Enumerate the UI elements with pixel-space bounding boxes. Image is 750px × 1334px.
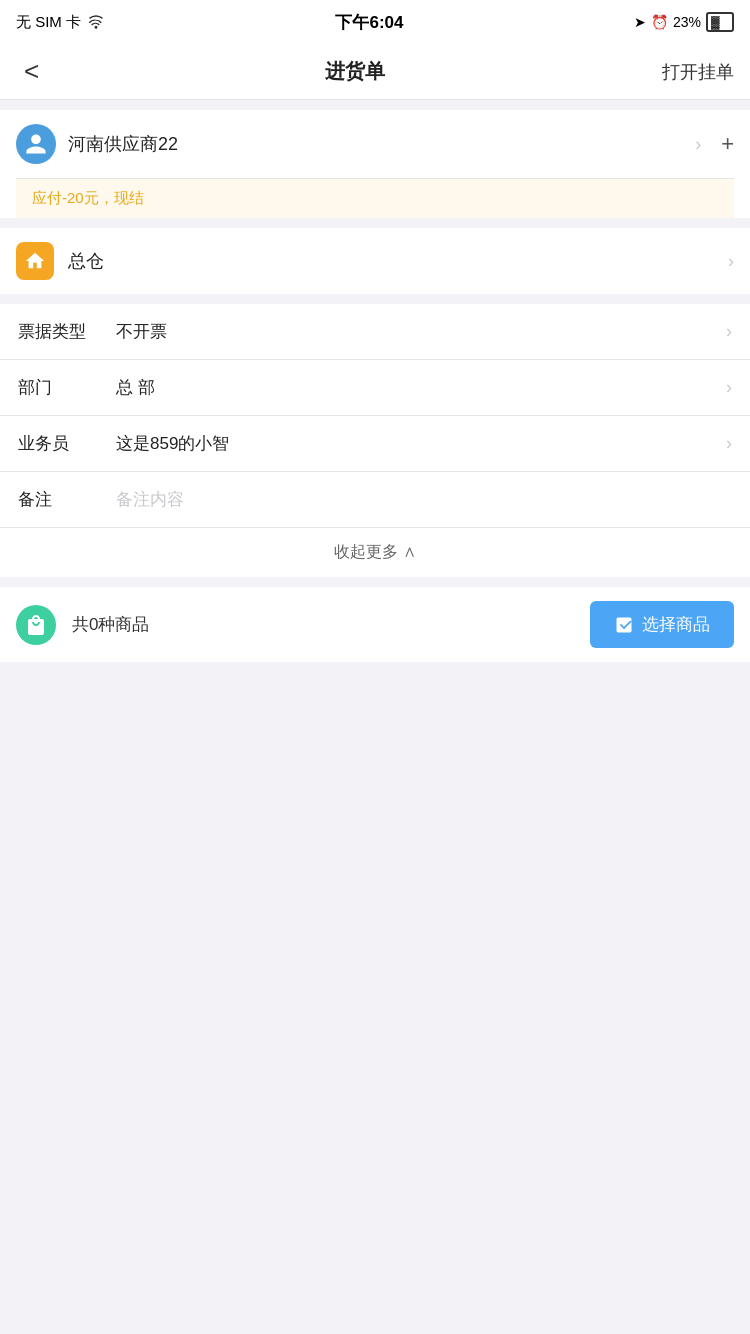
page-background xyxy=(0,662,750,962)
battery-percentage: 23% xyxy=(673,14,701,30)
open-pending-button[interactable]: 打开挂单 xyxy=(662,60,734,84)
invoice-type-arrow-icon: › xyxy=(726,321,732,342)
salesperson-value: 这是859的小智 xyxy=(116,432,726,455)
remark-input[interactable]: 备注内容 xyxy=(116,488,732,511)
back-button[interactable]: < xyxy=(16,52,47,91)
warehouse-row[interactable]: 总仓 › xyxy=(16,228,734,294)
collapse-label: 收起更多 ∧ xyxy=(334,542,415,563)
supplier-arrow-icon: › xyxy=(695,134,701,155)
form-section: 票据类型 不开票 › 部门 总 部 › 业务员 这是859的小智 › 备注 备注… xyxy=(0,304,750,527)
product-count-text: 共0种商品 xyxy=(72,613,574,636)
status-time: 下午6:04 xyxy=(335,11,403,34)
page-title: 进货单 xyxy=(325,58,385,85)
product-bag-icon xyxy=(16,605,56,645)
salesperson-row[interactable]: 业务员 这是859的小智 › xyxy=(0,416,750,472)
wifi-icon xyxy=(87,15,105,29)
notice-text: 应付-20元，现结 xyxy=(32,189,144,206)
supplier-section: 河南供应商22 › + 应付-20元，现结 xyxy=(0,110,750,218)
battery-icon: ▓ xyxy=(706,12,734,32)
supplier-row[interactable]: 河南供应商22 › + xyxy=(16,110,734,179)
add-supplier-button[interactable]: + xyxy=(721,131,734,157)
person-icon xyxy=(24,132,48,156)
warehouse-icon xyxy=(16,242,54,280)
warehouse-name: 总仓 xyxy=(68,249,728,273)
supplier-name: 河南供应商22 xyxy=(68,132,695,156)
divider-1 xyxy=(0,100,750,110)
supplier-avatar xyxy=(16,124,56,164)
salesperson-arrow-icon: › xyxy=(726,433,732,454)
department-value: 总 部 xyxy=(116,376,726,399)
department-arrow-icon: › xyxy=(726,377,732,398)
warehouse-section[interactable]: 总仓 › xyxy=(0,228,750,294)
select-product-label: 选择商品 xyxy=(642,613,710,636)
alarm-icon: ⏰ xyxy=(651,14,668,30)
invoice-type-label: 票据类型 xyxy=(18,320,108,343)
remark-label: 备注 xyxy=(18,488,108,511)
home-icon xyxy=(24,250,46,272)
collapse-button[interactable]: 收起更多 ∧ xyxy=(0,527,750,577)
status-carrier: 无 SIM 卡 xyxy=(16,13,105,32)
select-product-icon xyxy=(614,615,634,635)
nav-bar: < 进货单 打开挂单 xyxy=(0,44,750,100)
salesperson-label: 业务员 xyxy=(18,432,108,455)
warehouse-arrow-icon: › xyxy=(728,251,734,272)
status-indicators: ➤ ⏰ 23% ▓ xyxy=(634,12,734,32)
select-product-button[interactable]: 选择商品 xyxy=(590,601,734,648)
status-bar: 无 SIM 卡 下午6:04 ➤ ⏰ 23% ▓ xyxy=(0,0,750,44)
invoice-type-value: 不开票 xyxy=(116,320,726,343)
location-icon: ➤ xyxy=(634,14,646,30)
bag-icon xyxy=(24,613,48,637)
department-label: 部门 xyxy=(18,376,108,399)
department-row[interactable]: 部门 总 部 › xyxy=(0,360,750,416)
carrier-text: 无 SIM 卡 xyxy=(16,13,81,32)
back-icon: < xyxy=(24,56,39,86)
invoice-type-row[interactable]: 票据类型 不开票 › xyxy=(0,304,750,360)
remark-row[interactable]: 备注 备注内容 xyxy=(0,472,750,527)
notice-row: 应付-20元，现结 xyxy=(16,179,734,218)
bottom-section: 共0种商品 选择商品 xyxy=(0,587,750,662)
